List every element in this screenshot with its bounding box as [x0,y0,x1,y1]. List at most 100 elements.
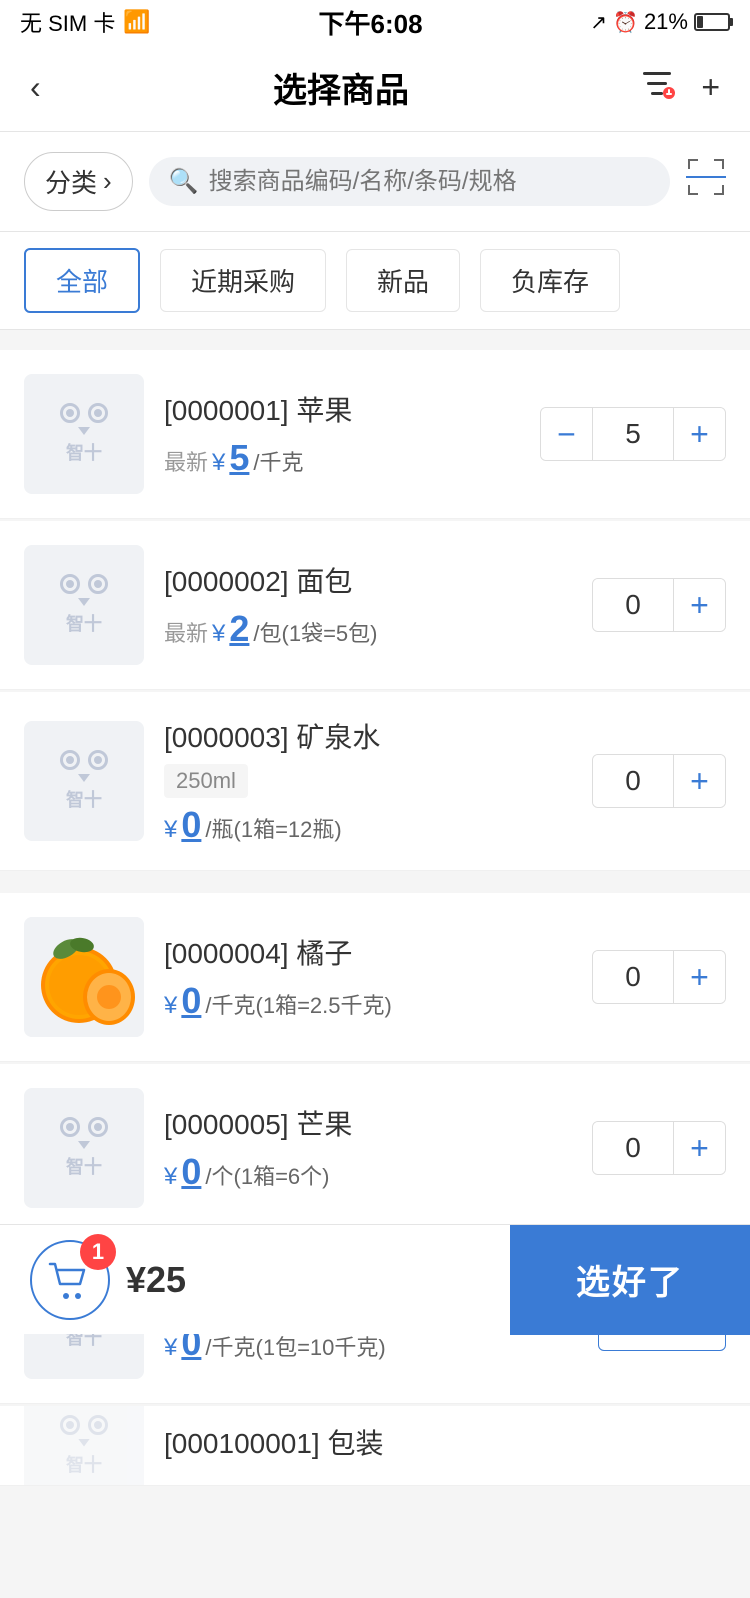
product-info: [0000005] 芒果 ¥ 0 /个(1箱=6个) [164,1103,572,1193]
product-info: [0000004] 橘子 ¥ 0 /千克(1箱=2.5千克) [164,932,572,1022]
price-currency: ¥ [212,620,225,648]
list-item: 智十 [0000005] 芒果 ¥ 0 /个(1箱=6个) + [0,1064,750,1233]
product-info: [000100001] 包装 [164,1422,726,1470]
price-unit: /千克(1包=10千克) [205,1330,385,1362]
product-thumbnail: 智十 [24,1406,144,1486]
scan-button[interactable] [686,157,726,206]
quantity-control: + [592,1121,726,1175]
cart-area: 1 ¥25 [0,1240,510,1320]
product-info: [0000003] 矿泉水 250ml ¥ 0 /瓶(1箱=12瓶) [164,716,572,846]
list-item: 智十 [0000002] 面包 最新 ¥ 2 /包(1袋=5包) + [0,521,750,690]
wifi-icon: 📶 [123,9,150,35]
price-label: 最新 [164,445,208,477]
status-bar: 无 SIM 卡 📶 下午6:08 ↗ ⏰ 21% [0,0,750,44]
price-value: 0 [181,804,201,846]
tab-recent[interactable]: 近期采购 [160,249,326,312]
product-placeholder-image: 智十 [44,565,124,645]
battery-icon [694,13,730,31]
list-item: [0000004] 橘子 ¥ 0 /千克(1箱=2.5千克) + [0,893,750,1062]
product-info: [0000001] 苹果 最新 ¥ 5 /千克 [164,389,520,479]
category-chevron-icon: › [103,166,112,197]
increase-button[interactable]: + [673,1122,725,1174]
product-info: [0000002] 面包 最新 ¥ 2 /包(1袋=5包) [164,560,572,650]
product-placeholder-image: 智十 [44,741,124,821]
filter-search-bar: 分类 › 🔍 [0,132,750,232]
increase-button[interactable]: + [673,755,725,807]
filter-button[interactable] [641,68,677,108]
increase-button[interactable]: + [673,408,725,460]
price-unit: /个(1箱=6个) [205,1159,329,1191]
search-box: 🔍 [149,157,670,206]
nav-bar: ‹ 选择商品 + [0,44,750,132]
product-price: ¥ 0 /千克(1箱=2.5千克) [164,980,572,1022]
product-placeholder-image: 智十 [44,1108,124,1188]
price-currency: ¥ [164,992,177,1020]
decrease-button[interactable]: − [541,408,593,460]
confirm-button[interactable]: 选好了 [510,1225,750,1335]
carrier-text: 无 SIM 卡 [20,6,115,38]
price-value: 5 [229,437,249,479]
search-input[interactable] [209,168,650,196]
price-value: 0 [181,1151,201,1193]
list-divider [0,330,750,350]
quantity-input[interactable] [593,408,673,460]
tab-new[interactable]: 新品 [346,249,460,312]
product-name: [0000004] 橘子 [164,932,572,972]
page-title: 选择商品 [273,63,409,112]
price-currency: ¥ [164,1334,177,1362]
price-value: 2 [229,608,249,650]
quantity-input[interactable] [593,579,673,631]
product-thumbnail: 智十 [24,721,144,841]
cart-total: ¥25 [126,1259,186,1301]
list-item: 智十 [000100001] 包装 [0,1406,750,1486]
section-divider [0,873,750,893]
list-item: 智十 [0000001] 苹果 最新 ¥ 5 /千克 − + [0,350,750,519]
product-price: ¥ 0 /瓶(1箱=12瓶) [164,804,572,846]
increase-button[interactable]: + [673,579,725,631]
product-placeholder-image: 智十 [44,394,124,474]
cart-badge: 1 [80,1234,116,1270]
price-unit: /包(1袋=5包) [253,616,377,648]
product-name: [000100001] 包装 [164,1422,726,1462]
quantity-input[interactable] [593,1122,673,1174]
product-price: ¥ 0 /个(1箱=6个) [164,1151,572,1193]
location-icon: ↗ [590,10,607,35]
product-price: 最新 ¥ 5 /千克 [164,437,520,479]
bottom-bar: 1 ¥25 选好了 [0,1224,750,1334]
product-price: 最新 ¥ 2 /包(1袋=5包) [164,608,572,650]
quantity-control: + [592,578,726,632]
battery-percent: 21% [644,9,688,35]
cart-button[interactable]: 1 [30,1240,110,1320]
tab-negative[interactable]: 负库存 [480,249,620,312]
product-thumbnail: 智十 [24,1088,144,1208]
price-unit: /千克 [253,445,303,477]
product-name: [0000001] 苹果 [164,389,520,429]
price-currency: ¥ [164,816,177,844]
product-name: [0000005] 芒果 [164,1103,572,1143]
quantity-input[interactable] [593,951,673,1003]
search-icon: 🔍 [169,167,199,196]
quantity-control: − + [540,407,726,461]
status-time: 下午6:08 [318,4,422,41]
category-button[interactable]: 分类 › [24,152,133,211]
price-value: 0 [181,980,201,1022]
price-unit: /千克(1箱=2.5千克) [205,988,391,1020]
quantity-control: + [592,950,726,1004]
quantity-input[interactable] [593,755,673,807]
increase-button[interactable]: + [673,951,725,1003]
product-thumbnail: 智十 [24,545,144,665]
back-button[interactable]: ‹ [30,69,41,106]
product-thumbnail [24,917,144,1037]
status-carrier: 无 SIM 卡 📶 [20,6,151,38]
tab-all[interactable]: 全部 [24,248,140,313]
alarm-icon: ⏰ [613,10,638,35]
product-thumbnail: 智十 [24,374,144,494]
list-item: 智十 [0000003] 矿泉水 250ml ¥ 0 /瓶(1箱=12瓶) + [0,692,750,871]
product-name: [0000002] 面包 [164,560,572,600]
quantity-control: + [592,754,726,808]
orange-image [24,917,144,1037]
product-placeholder-image: 智十 [44,1406,124,1486]
product-spec: 250ml [164,764,248,798]
add-button[interactable]: + [701,69,720,106]
price-currency: ¥ [164,1163,177,1191]
